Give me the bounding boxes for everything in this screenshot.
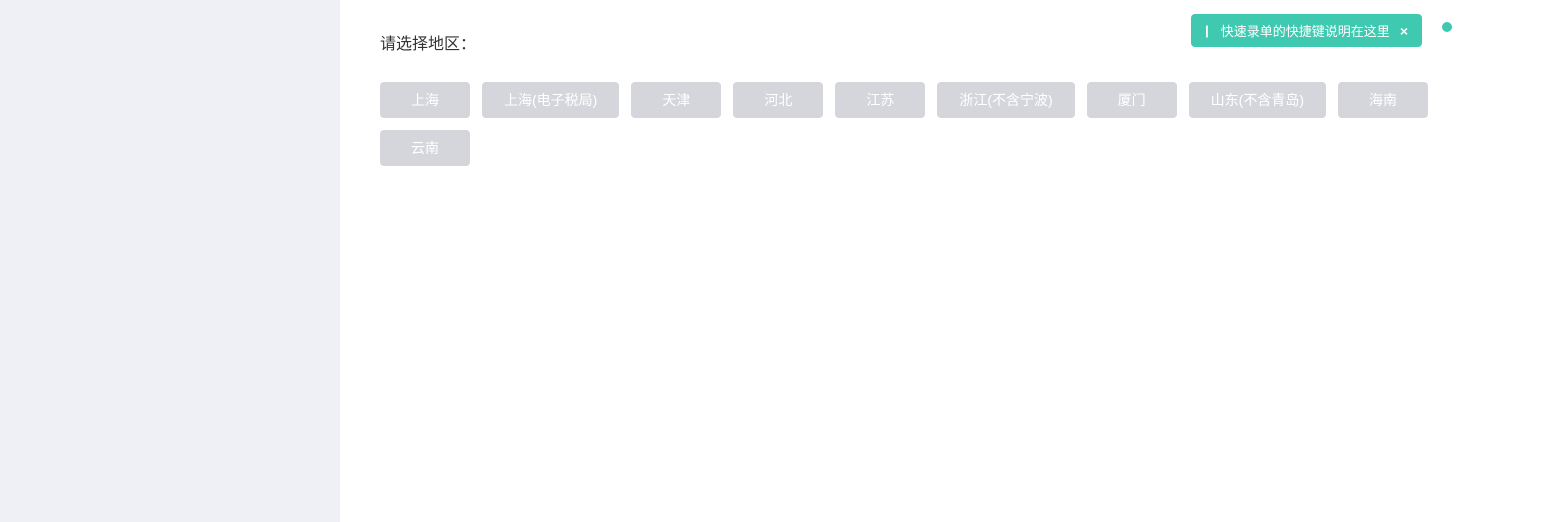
region-button-hainan[interactable]: 海南 — [1338, 82, 1428, 118]
region-button-shanghai-etax[interactable]: 上海(电子税局) — [482, 82, 619, 118]
region-buttons-container: 上海上海(电子税局) 天津河北江苏浙江(不含宁波) 厦门山东(不含青岛) 海南云南 — [380, 82, 1522, 166]
region-button-xiamen[interactable]: 厦门 — [1087, 82, 1177, 118]
region-button-yunnan[interactable]: 云南 — [380, 130, 470, 166]
region-button-hebei[interactable]: 河北 — [733, 82, 823, 118]
tooltip-banner: 快速录单的快捷键说明在这里 × — [1191, 14, 1422, 47]
region-button-tianjin[interactable]: 天津 — [631, 82, 721, 118]
region-button-jiangsu[interactable]: 江苏 — [835, 82, 925, 118]
main-content: 请选择地区： 上海上海(电子税局)天津河北江苏浙江(不含宁波)厦门山东(不含青岛… — [340, 0, 1562, 522]
region-button-zhejiang[interactable]: 浙江(不含宁波) — [937, 82, 1074, 118]
tooltip-dot — [1442, 22, 1452, 32]
region-button-shanghai[interactable]: 上海 — [380, 82, 470, 118]
tooltip-close-button[interactable]: × — [1400, 24, 1408, 38]
tooltip-text: 快速录单的快捷键说明在这里 — [1221, 21, 1390, 40]
region-button-shandong[interactable]: 山东(不含青岛) — [1189, 82, 1326, 118]
left-sidebar — [0, 0, 340, 522]
